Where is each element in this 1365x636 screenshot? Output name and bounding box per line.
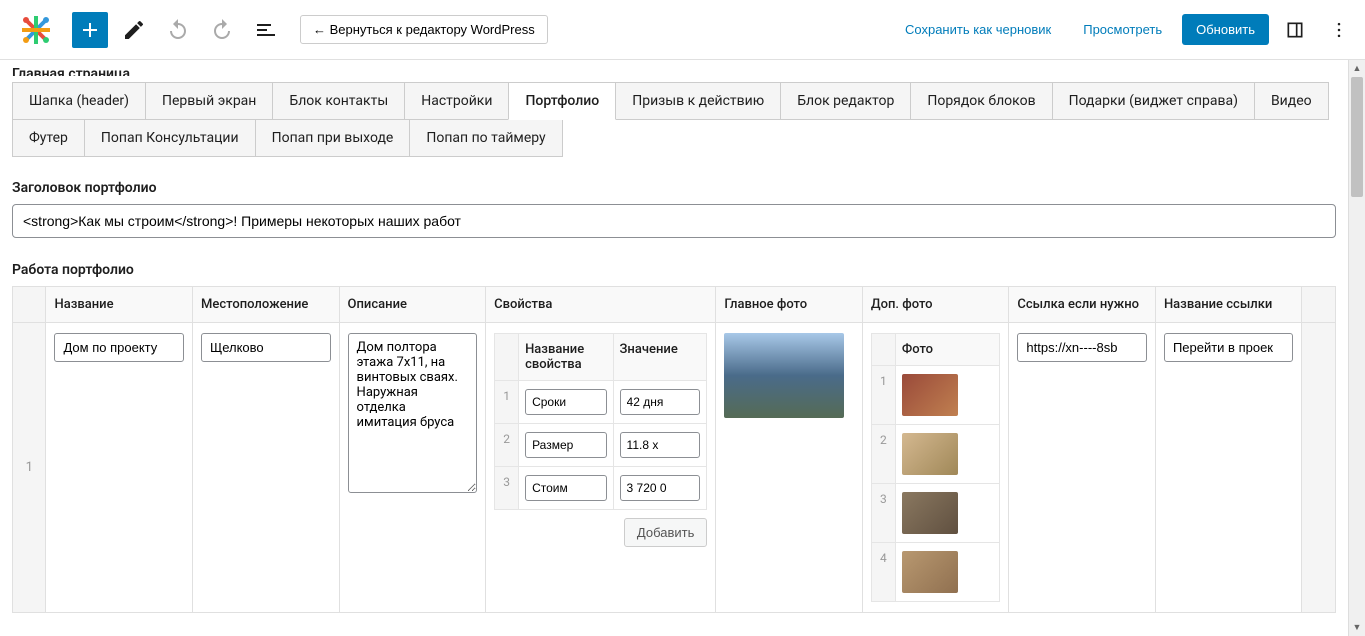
details-icon[interactable] — [248, 12, 284, 48]
tab-video[interactable]: Видео — [1254, 82, 1329, 120]
col-header-link: Ссылка если нужно — [1009, 287, 1156, 323]
table-row: 1 Дом полтора этажа 7х11, на винтовых св… — [13, 323, 1336, 613]
addphoto-row: 4 — [871, 543, 1000, 602]
prop-name-input[interactable] — [525, 432, 606, 458]
site-logo[interactable] — [8, 2, 64, 58]
save-draft-button[interactable]: Сохранить как черновик — [893, 16, 1063, 43]
tab-footer[interactable]: Футер — [12, 119, 85, 157]
addphoto-handle[interactable]: 3 — [871, 484, 895, 543]
addphoto-row: 3 — [871, 484, 1000, 543]
editor-content: Главная страница Шапка (header) Первый э… — [0, 60, 1348, 636]
col-header-name: Название — [46, 287, 193, 323]
edit-icon[interactable] — [116, 12, 152, 48]
editor-topbar: ← Вернуться к редактору WordPress Сохран… — [0, 0, 1365, 60]
props-row-handle[interactable]: 2 — [495, 424, 519, 467]
prop-name-input[interactable] — [525, 475, 606, 501]
addphoto-handle[interactable]: 4 — [871, 543, 895, 602]
row-handle[interactable]: 1 — [13, 323, 46, 613]
props-row: 2 — [495, 424, 707, 467]
tab-popup-consult[interactable]: Попап Консультации — [84, 119, 256, 157]
props-row-handle[interactable]: 3 — [495, 467, 519, 510]
row-actions-header — [1302, 287, 1336, 323]
update-button[interactable]: Обновить — [1182, 14, 1269, 45]
sidebar-toggle-icon[interactable] — [1277, 12, 1313, 48]
addphoto-thumbnail[interactable] — [902, 492, 958, 534]
undo-button[interactable] — [160, 12, 196, 48]
scroll-up-icon[interactable]: ▲ — [1349, 60, 1365, 77]
col-header-description: Описание — [339, 287, 486, 323]
page-title: Главная страница — [12, 60, 1336, 76]
name-input[interactable] — [54, 333, 184, 362]
addphoto-handle[interactable]: 1 — [871, 366, 895, 425]
add-prop-button[interactable]: Добавить — [624, 518, 707, 547]
row-handle-header — [13, 287, 46, 323]
col-header-linkname: Название ссылки — [1155, 287, 1302, 323]
addphoto-inner-table: Фото 1 2 3 4 — [871, 333, 1001, 602]
tab-contacts[interactable]: Блок контакты — [272, 82, 405, 120]
portfolio-work-label: Работа портфолио — [12, 262, 1336, 278]
tab-settings[interactable]: Настройки — [404, 82, 509, 120]
description-textarea[interactable]: Дом полтора этажа 7х11, на винтовых свая… — [348, 333, 478, 493]
tab-gifts[interactable]: Подарки (виджет справа) — [1052, 82, 1255, 120]
props-header-name: Название свойства — [519, 334, 613, 381]
row-actions[interactable] — [1302, 323, 1336, 613]
link-input[interactable] — [1017, 333, 1147, 362]
addphoto-row: 1 — [871, 366, 1000, 425]
tab-group: Шапка (header) Первый экран Блок контакт… — [12, 82, 1336, 156]
back-to-wordpress-button[interactable]: ← Вернуться к редактору WordPress — [300, 15, 548, 44]
col-header-location: Местоположение — [193, 287, 340, 323]
col-header-mainphoto: Главное фото — [716, 287, 863, 323]
tab-block-order[interactable]: Порядок блоков — [910, 82, 1052, 120]
prop-value-input[interactable] — [620, 432, 701, 458]
add-block-button[interactable] — [72, 12, 108, 48]
scroll-thumb[interactable] — [1351, 77, 1363, 197]
tab-cta[interactable]: Призыв к действию — [615, 82, 781, 120]
more-options-icon[interactable] — [1321, 12, 1357, 48]
props-inner-table: Название свойства Значение 1 2 — [494, 333, 707, 510]
addphoto-row: 2 — [871, 425, 1000, 484]
tab-popup-exit[interactable]: Попап при выходе — [255, 119, 411, 157]
linkname-input[interactable] — [1164, 333, 1294, 362]
tab-portfolio[interactable]: Портфолио — [508, 82, 616, 120]
addphoto-thumbnail[interactable] — [902, 374, 958, 416]
prop-value-input[interactable] — [620, 389, 701, 415]
prop-value-input[interactable] — [620, 475, 701, 501]
tab-first-screen[interactable]: Первый экран — [145, 82, 273, 120]
preview-button[interactable]: Просмотреть — [1071, 16, 1174, 43]
tab-popup-timer[interactable]: Попап по таймеру — [409, 119, 562, 157]
addphoto-thumbnail[interactable] — [902, 433, 958, 475]
prop-name-input[interactable] — [525, 389, 606, 415]
portfolio-title-input[interactable] — [12, 204, 1336, 238]
portfolio-repeater-table: Название Местоположение Описание Свойств… — [12, 286, 1336, 613]
props-row: 3 — [495, 467, 707, 510]
tab-header[interactable]: Шапка (header) — [12, 82, 146, 120]
main-photo-thumbnail[interactable] — [724, 333, 844, 418]
redo-button[interactable] — [204, 12, 240, 48]
props-row-handle[interactable]: 1 — [495, 381, 519, 424]
location-input[interactable] — [201, 333, 331, 362]
addphoto-handle[interactable]: 2 — [871, 425, 895, 484]
props-header-value: Значение — [613, 334, 707, 381]
addphoto-header: Фото — [895, 334, 1000, 366]
vertical-scrollbar[interactable]: ▲ ▼ — [1348, 60, 1365, 636]
portfolio-title-label: Заголовок портфолио — [12, 180, 1336, 196]
col-header-addphoto: Доп. фото — [862, 287, 1009, 323]
props-row: 1 — [495, 381, 707, 424]
addphoto-thumbnail[interactable] — [902, 551, 958, 593]
col-header-props: Свойства — [486, 287, 716, 323]
scroll-down-icon[interactable]: ▼ — [1349, 619, 1365, 636]
tab-editor-block[interactable]: Блок редактор — [780, 82, 911, 120]
